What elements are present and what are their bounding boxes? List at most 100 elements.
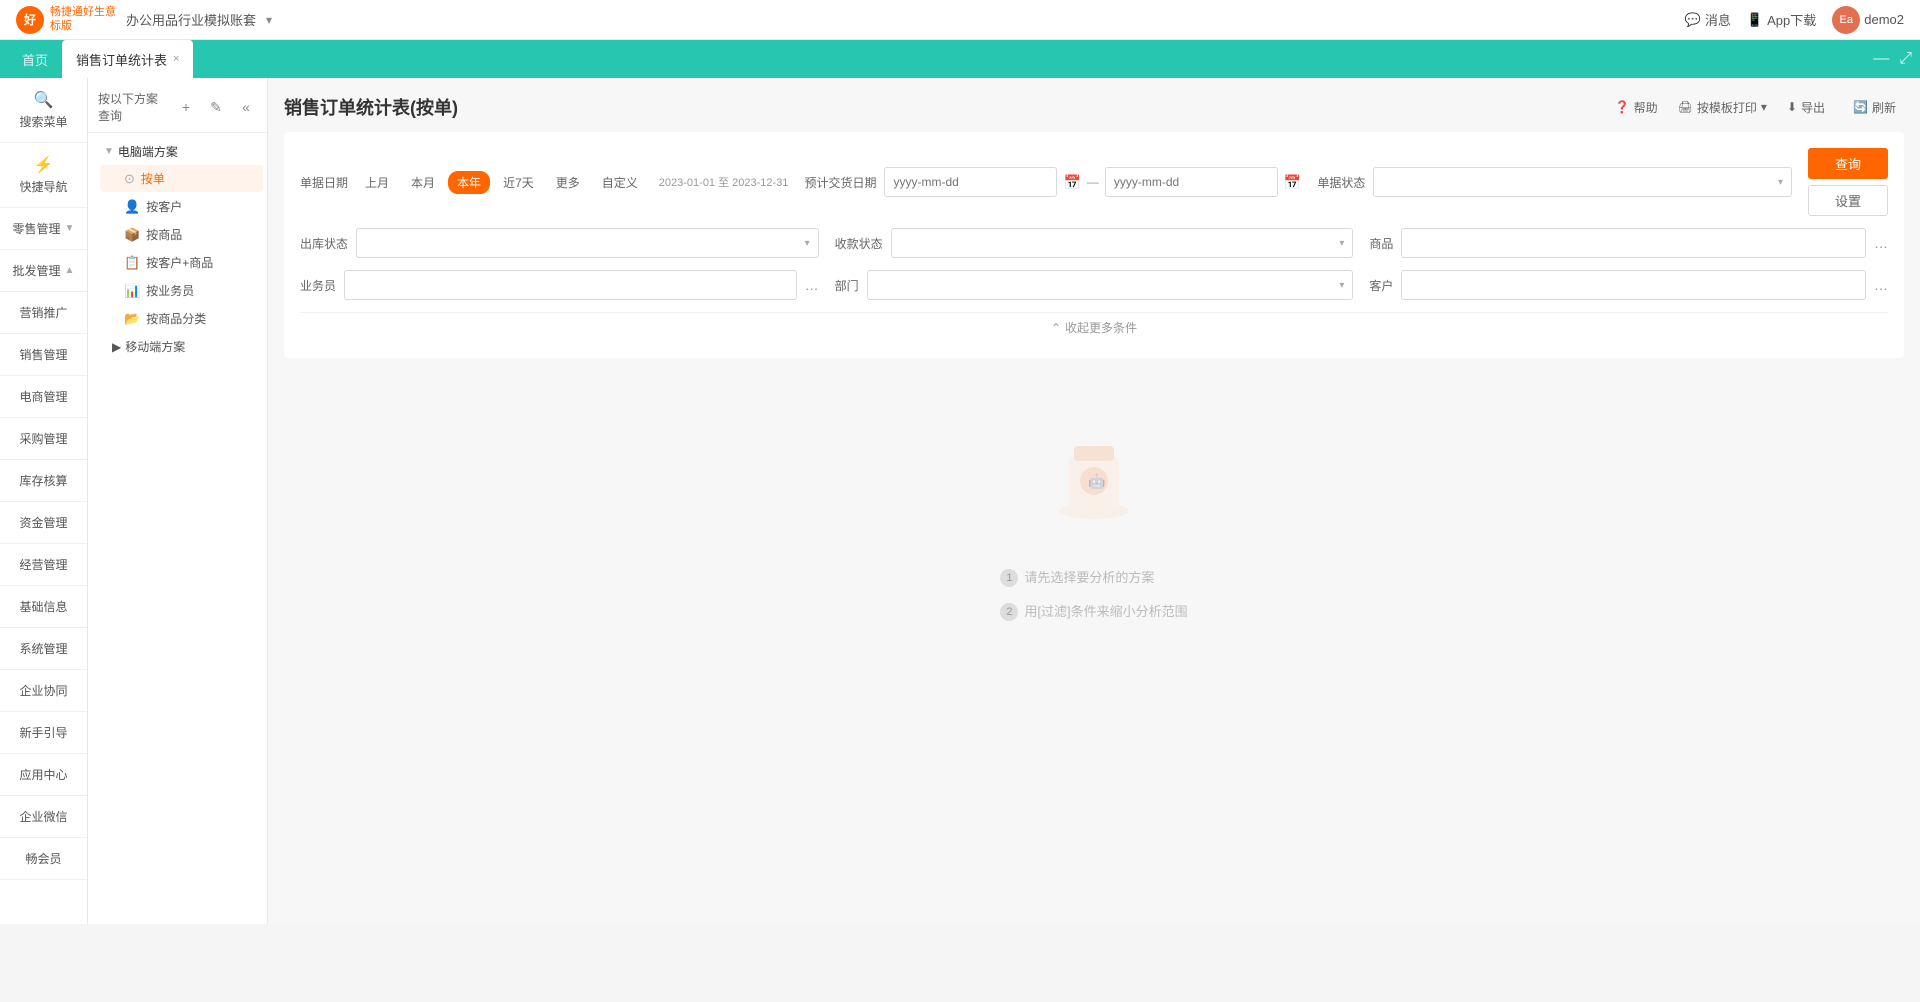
empty-illustration: 🤖 [1034,426,1154,545]
expected-date-to-input[interactable] [1105,167,1278,197]
filter-row-1: 单据日期 上月 本月 本年 近7天 更多 自定义 2023-01-01 至 20… [300,148,1888,216]
collapse-panel-btn[interactable]: « [235,96,257,118]
salesperson-more-icon[interactable]: … [805,277,819,293]
sidebar: 🔍 搜索菜单 ⚡ 快捷导航 零售管理 ▼ 批发管理 ▲ 营销推广 销售管理 电商… [0,78,88,924]
by-category-icon: 📂 [124,311,140,327]
tree-item-by-customer-goods[interactable]: 📋 按客户+商品 [100,249,263,276]
tree-item-by-category[interactable]: 📂 按商品分类 [100,305,263,332]
status-select[interactable]: ▾ [1373,167,1792,197]
edit-scheme-btn[interactable]: ✎ [205,96,227,118]
chevron-up-icon: ▲ [65,265,75,276]
page-actions: ❓ 帮助 🖨 按模板打印 ▾ ⬇ 导出 🔄 刷新 [1607,95,1904,120]
refresh-btn[interactable]: 🔄 刷新 [1845,95,1904,120]
status-dropdown-icon: ▾ [1778,177,1783,188]
by-goods-icon: 📦 [124,227,140,243]
print-icon: 🖨 [1678,100,1693,114]
date-btn-more[interactable]: 更多 [547,171,589,194]
settings-btn[interactable]: 设置 [1808,185,1888,216]
department-label: 部门 [835,277,859,294]
sidebar-item-purchase[interactable]: 采购管理 [0,418,87,460]
status-field: 单据状态 ▾ [1317,167,1792,197]
message-btn[interactable]: 💬 消息 [1685,10,1731,29]
goods-more-icon[interactable]: … [1874,235,1888,251]
expected-date-range: 📅 — 📅 [884,167,1301,197]
sidebar-item-retail[interactable]: 零售管理 ▼ [0,208,87,250]
date-range-text: 2023-01-01 至 2023-12-31 [659,174,789,190]
query-btn[interactable]: 查询 [1808,148,1888,179]
action-buttons: 查询 设置 [1808,148,1888,216]
tree-item-by-customer[interactable]: 👤 按客户 [100,193,263,220]
collapse-filter-btn[interactable]: ⌃ 收起更多条件 [300,312,1888,342]
goods-input[interactable] [1401,228,1866,258]
calendar-to-icon[interactable]: 📅 [1284,174,1301,191]
tree-group-pc[interactable]: ▼ 电脑端方案 [96,139,267,164]
status-label: 单据状态 [1317,174,1365,191]
tab-close-icon[interactable]: × [173,53,179,65]
export-btn[interactable]: ⬇ 导出 [1779,95,1833,120]
tree-group-mobile[interactable]: ▶ 移动端方案 [96,333,267,360]
date-btn-this-year[interactable]: 本年 [448,171,490,194]
customer-input[interactable] [1401,270,1866,300]
print-dropdown-icon: ▾ [1761,100,1767,114]
empty-state: 🤖 1 请先选择要分析的方案 2 用[过滤]条件来缩小分析范围 [284,366,1904,685]
sidebar-item-marketing[interactable]: 营销推广 [0,292,87,334]
payment-field: 收款状态 ▾ [835,228,1354,258]
tree-item-by-salesperson[interactable]: 📊 按业务员 [100,277,263,304]
sidebar-item-system[interactable]: 系统管理 [0,628,87,670]
customer-field: 客户 … [1369,270,1888,300]
sidebar-item-search[interactable]: 🔍 搜索菜单 [0,78,87,143]
content-area: 销售订单统计表(按单) ❓ 帮助 🖨 按模板打印 ▾ ⬇ 导出 🔄 刷新 [268,78,1920,924]
panel-toolbar: 按以下方案查询 + ✎ « [88,86,267,133]
user-menu[interactable]: Ea demo2 [1832,6,1904,34]
sidebar-item-collab[interactable]: 企业协同 [0,670,87,712]
sidebar-item-appcenter[interactable]: 应用中心 [0,754,87,796]
date-btn-custom[interactable]: 自定义 [593,171,647,194]
department-select[interactable]: ▾ [867,270,1354,300]
sidebar-item-quicknav[interactable]: ⚡ 快捷导航 [0,143,87,208]
delivery-select[interactable]: ▾ [356,228,819,258]
sidebar-item-member[interactable]: 畅会员 [0,838,87,880]
date-btn-last-7days[interactable]: 近7天 [494,171,543,194]
window-minimize-btn[interactable]: — [1873,50,1889,68]
window-maximize-btn[interactable]: ⤢ [1899,50,1912,68]
tree-arrow-down-icon: ▼ [104,146,114,157]
expected-date-from-input[interactable] [884,167,1057,197]
search-icon: 🔍 [34,90,54,110]
sidebar-item-sales[interactable]: 销售管理 [0,334,87,376]
tree-item-by-order[interactable]: ⊙ 按单 [100,165,263,192]
panel-title: 按以下方案查询 [98,90,167,124]
message-icon: 💬 [1685,12,1701,28]
help-btn[interactable]: ❓ 帮助 [1607,95,1666,120]
sidebar-item-inventory[interactable]: 库存核算 [0,460,87,502]
app-title: 办公用品行业模拟账套 [126,10,256,29]
tab-sales-order[interactable]: 销售订单统计表 × [62,40,193,78]
main-layout: 🔍 搜索菜单 ⚡ 快捷导航 零售管理 ▼ 批发管理 ▲ 营销推广 销售管理 电商… [0,78,1920,924]
date-field: 单据日期 上月 本月 本年 近7天 更多 自定义 2023-01-01 至 20… [300,171,788,194]
logo-text: 畅捷通好生意 标版 [50,6,116,32]
date-btn-this-month[interactable]: 本月 [402,171,444,194]
topbar-dropdown[interactable]: ▾ [266,13,272,27]
delivery-field: 出库状态 ▾ [300,228,819,258]
sidebar-item-operations[interactable]: 经营管理 [0,544,87,586]
sidebar-item-ecommerce[interactable]: 电商管理 [0,376,87,418]
sidebar-item-finance[interactable]: 资金管理 [0,502,87,544]
app-download-btn[interactable]: 📱 App下载 [1747,10,1816,29]
sidebar-item-wholesale[interactable]: 批发管理 ▲ [0,250,87,292]
payment-select[interactable]: ▾ [891,228,1354,258]
expected-date-label: 预计交货日期 [804,174,876,191]
salesperson-input[interactable] [344,270,797,300]
sidebar-item-wxwork[interactable]: 企业微信 [0,796,87,838]
sidebar-item-guide[interactable]: 新手引导 [0,712,87,754]
print-btn[interactable]: 🖨 按模板打印 ▾ [1678,99,1767,116]
tree-item-by-goods[interactable]: 📦 按商品 [100,221,263,248]
panel-tree: ▼ 电脑端方案 ⊙ 按单 👤 按客户 📦 按商品 📋 按客户+商品 📊 按业 [88,139,267,360]
goods-field: 商品 … [1369,228,1888,258]
date-btn-last-month[interactable]: 上月 [356,171,398,194]
add-scheme-btn[interactable]: + [175,96,197,118]
tab-home[interactable]: 首页 [8,40,62,78]
department-dropdown-icon: ▾ [1339,280,1344,291]
calendar-from-icon[interactable]: 📅 [1063,174,1080,191]
sidebar-item-basic[interactable]: 基础信息 [0,586,87,628]
customer-more-icon[interactable]: … [1874,277,1888,293]
by-customer-goods-icon: 📋 [124,255,140,271]
